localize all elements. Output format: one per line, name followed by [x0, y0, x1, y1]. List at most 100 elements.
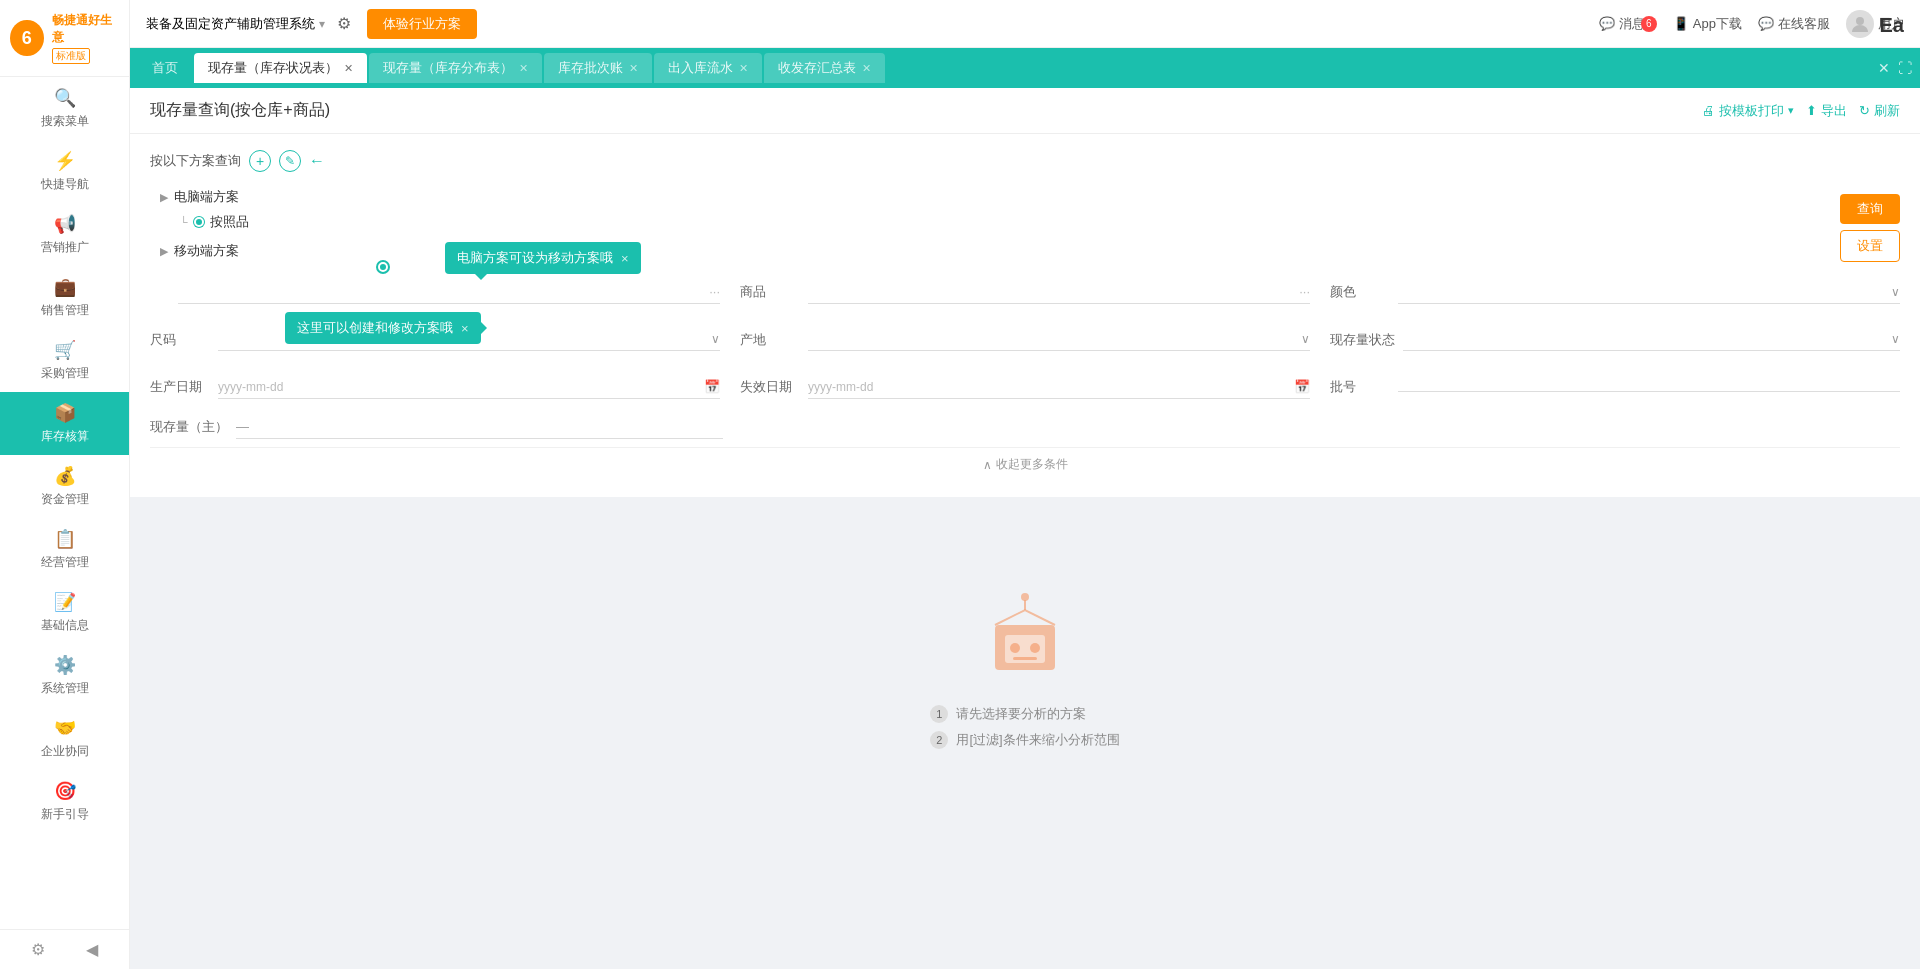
filter-back-button[interactable]: ← [309, 152, 325, 170]
goods-dots: ··· [1299, 284, 1310, 299]
sidebar-item-basic[interactable]: 📝 基础信息 [0, 581, 129, 644]
tooltip1-text: 电脑方案可设为移动方案哦 [457, 249, 613, 267]
export-button[interactable]: ⬆ 导出 [1806, 102, 1847, 120]
quicknav-icon: ⚡ [54, 150, 76, 172]
tab-inv-status[interactable]: 现存量（库存状况表） ✕ [194, 53, 367, 83]
filter-fields: ··· 商品 ··· 颜色 [150, 272, 1900, 439]
refresh-button[interactable]: ↻ 刷新 [1859, 102, 1900, 120]
finance-icon: 💰 [54, 465, 76, 487]
tab-actions: ✕ ⛶ [1878, 60, 1912, 76]
avatar [1846, 10, 1874, 38]
goods-input[interactable]: ··· [808, 280, 1310, 304]
scheme-tree: ▶ 电脑端方案 └ 按照品 ▶ 移动端方案 [150, 184, 1900, 264]
color-select[interactable]: ∨ [1398, 281, 1900, 304]
expire-date-label: 失效日期 [740, 378, 800, 396]
search-buttons: 查询 设置 [1840, 194, 1900, 262]
tab-inv-batch[interactable]: 库存批次账 ✕ [544, 53, 652, 83]
sidebar-item-system[interactable]: ⚙️ 系统管理 [0, 644, 129, 707]
app-download-item[interactable]: 📱 App下载 [1673, 15, 1742, 33]
calendar-icon-produce: 📅 [704, 379, 720, 394]
mobile-arrow-icon: ▶ [160, 245, 168, 258]
title-chevron-icon: ▾ [319, 17, 325, 31]
sidebar-item-search[interactable]: 🔍 搜索菜单 [0, 77, 129, 140]
produce-date-label: 生产日期 [150, 378, 210, 396]
inv-status-chevron-icon: ∨ [1891, 332, 1900, 346]
sidebar-item-quicknav[interactable]: ⚡ 快捷导航 [0, 140, 129, 203]
message-icon: 💬 [1599, 16, 1615, 31]
empty-step-1: 1 请先选择要分析的方案 [930, 705, 1119, 723]
close-all-icon[interactable]: ✕ [1878, 60, 1890, 76]
filter-produce-date: 生产日期 yyyy-mm-dd 📅 [150, 375, 720, 399]
filter-area: 按以下方案查询 + ✎ ← 电脑方案可设为移动方案哦 × 这里可以创建和修改方案… [130, 134, 1920, 497]
tab-inout[interactable]: 出入库流水 ✕ [654, 53, 762, 83]
online-service-item[interactable]: 💬 在线客服 [1758, 15, 1830, 33]
tab-inv-dist[interactable]: 现存量（库存分布表） ✕ [369, 53, 542, 83]
sidebar-item-sales[interactable]: 💼 销售管理 [0, 266, 129, 329]
print-button[interactable]: 🖨 按模板打印 ▾ [1702, 102, 1794, 120]
sidebar-item-guide[interactable]: 🎯 新手引导 [0, 770, 129, 833]
trial-button[interactable]: 体验行业方案 [367, 9, 477, 39]
filter-edit-button[interactable]: ✎ [279, 150, 301, 172]
tab-close-inv-status[interactable]: ✕ [344, 62, 353, 75]
page-actions: 🖨 按模板打印 ▾ ⬆ 导出 ↻ 刷新 [1702, 102, 1900, 120]
topbar-title[interactable]: 装备及固定资产辅助管理系统 ▾ [146, 15, 325, 33]
scheme-desktop-item-photos[interactable]: └ 按照品 [180, 210, 1900, 234]
sidebar-item-enterprise[interactable]: 🤝 企业协同 [0, 707, 129, 770]
filter-batch: 批号 [1330, 375, 1900, 399]
filter-row-4: 现存量（主） — [150, 415, 1900, 439]
origin-select[interactable]: ∨ [808, 328, 1310, 351]
tooltip1-close[interactable]: × [621, 251, 629, 266]
settings-button[interactable]: ⚙ [31, 940, 45, 959]
inventory-main-input[interactable]: — [236, 415, 723, 439]
batch-input[interactable] [1398, 383, 1900, 392]
sidebar-item-purchase[interactable]: 🛒 采购管理 [0, 329, 129, 392]
inventory-status-label: 现存量状态 [1330, 331, 1395, 349]
warehouse-dots: ··· [709, 284, 720, 299]
scheme-desktop[interactable]: ▶ 电脑端方案 [160, 184, 1900, 210]
produce-date-input[interactable]: yyyy-mm-dd 📅 [218, 375, 720, 399]
filter-goods: 商品 ··· [740, 280, 1310, 304]
sidebar-item-operations[interactable]: 📋 经营管理 [0, 518, 129, 581]
sidebar-item-marketing[interactable]: 📢 营销推广 [0, 203, 129, 266]
collapse-button[interactable]: ∧ 收起更多条件 [983, 456, 1068, 473]
tab-close-inv-batch[interactable]: ✕ [629, 62, 638, 75]
divider [130, 497, 1920, 505]
inventory-icon: 📦 [54, 402, 76, 424]
scheme-mobile[interactable]: ▶ 移动端方案 [160, 238, 1900, 264]
tab-close-inv-dist[interactable]: ✕ [519, 62, 528, 75]
tooltip-create-scheme: 这里可以创建和修改方案哦 × [285, 312, 481, 344]
tab-recv-send[interactable]: 收发存汇总表 ✕ [764, 53, 885, 83]
refresh-icon: ↻ [1859, 103, 1870, 118]
collapse-sidebar-button[interactable]: ◀ [86, 940, 98, 959]
inventory-main-label: 现存量（主） [150, 418, 228, 436]
page-title: 现存量查询(按仓库+商品) [150, 100, 330, 121]
origin-chevron-icon: ∨ [1301, 332, 1310, 346]
ea-label: Ea [1880, 14, 1904, 37]
collapse-up-icon: ∧ [983, 458, 992, 472]
inventory-status-select[interactable]: ∨ [1403, 328, 1900, 351]
filter-color: 颜色 ∨ [1330, 280, 1900, 304]
maximize-icon[interactable]: ⛶ [1898, 60, 1912, 76]
color-label: 颜色 [1330, 283, 1390, 301]
guide-icon: 🎯 [54, 780, 76, 802]
expire-date-input[interactable]: yyyy-mm-dd 📅 [808, 375, 1310, 399]
calendar-icon-expire: 📅 [1294, 379, 1310, 394]
message-item[interactable]: 💬 消息 6 [1599, 15, 1657, 33]
print-icon: 🖨 [1702, 103, 1715, 118]
topbar-settings-icon[interactable]: ⚙ [337, 14, 351, 33]
item-indent-icon: └ [180, 216, 188, 228]
tab-home[interactable]: 首页 [138, 53, 192, 83]
search-button[interactable]: 查询 [1840, 194, 1900, 224]
filter-row-1: ··· 商品 ··· 颜色 [150, 272, 1900, 312]
tab-close-inout[interactable]: ✕ [739, 62, 748, 75]
sidebar-item-inventory[interactable]: 📦 库存核算 [0, 392, 129, 455]
warehouse-input[interactable]: ··· [178, 280, 720, 304]
sidebar-item-finance[interactable]: 💰 资金管理 [0, 455, 129, 518]
tooltip2-close[interactable]: × [461, 321, 469, 336]
filter-add-button[interactable]: + [249, 150, 271, 172]
logo: 6 畅捷通好生意 标准版 [0, 0, 129, 77]
reset-button[interactable]: 设置 [1840, 230, 1900, 262]
tab-close-recv-send[interactable]: ✕ [862, 62, 871, 75]
color-chevron-icon: ∨ [1891, 285, 1900, 299]
filter-expire-date: 失效日期 yyyy-mm-dd 📅 [740, 375, 1310, 399]
